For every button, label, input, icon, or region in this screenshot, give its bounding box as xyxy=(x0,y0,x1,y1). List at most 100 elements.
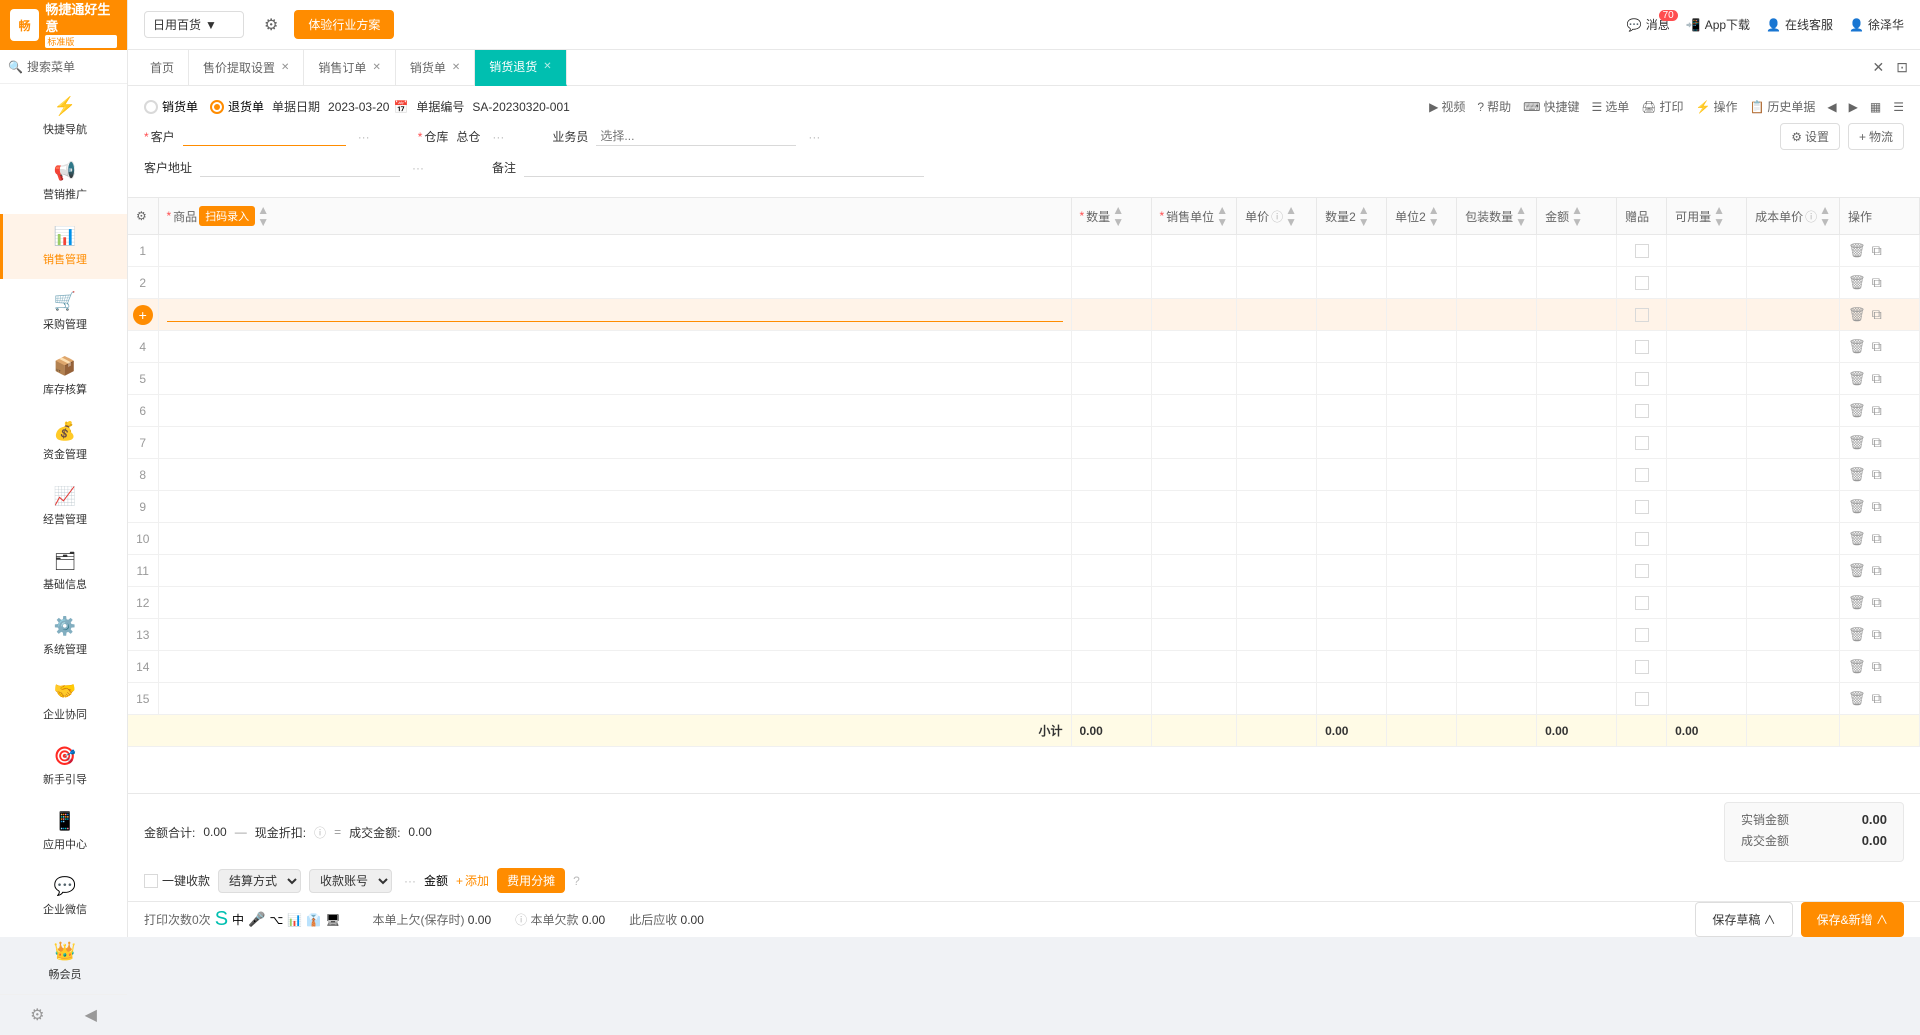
fee-split-btn[interactable]: 费用分摊 xyxy=(497,868,565,893)
price-cell[interactable] xyxy=(1237,555,1317,587)
price-cell[interactable] xyxy=(1237,683,1317,715)
gift-checkbox[interactable] xyxy=(1635,436,1649,450)
add-row-btn[interactable]: + xyxy=(133,305,153,325)
unit2-cell[interactable] xyxy=(1387,491,1457,523)
product-cell[interactable] xyxy=(158,267,1071,299)
pkg-cell[interactable] xyxy=(1457,619,1537,651)
sort-arrows[interactable]: ▲▼ xyxy=(1571,204,1583,228)
status-icon-7[interactable]: 🖥 xyxy=(325,913,340,927)
unit-cell[interactable] xyxy=(1151,331,1237,363)
qty-cell[interactable] xyxy=(1071,299,1151,331)
cost-cell[interactable] xyxy=(1747,459,1840,491)
gift-checkbox[interactable] xyxy=(1635,596,1649,610)
pkg-cell[interactable] xyxy=(1457,235,1537,267)
sort-arrows[interactable]: ▲▼ xyxy=(1713,204,1725,228)
pkg-cell[interactable] xyxy=(1457,331,1537,363)
gift-checkbox[interactable] xyxy=(1635,628,1649,642)
cost-cell[interactable] xyxy=(1747,619,1840,651)
gift-cell[interactable] xyxy=(1617,523,1667,555)
cost-cell[interactable] xyxy=(1747,235,1840,267)
qty-cell[interactable] xyxy=(1071,395,1151,427)
available-cell[interactable] xyxy=(1667,683,1747,715)
qty2-cell[interactable] xyxy=(1317,523,1387,555)
qty2-cell[interactable] xyxy=(1317,683,1387,715)
available-cell[interactable] xyxy=(1667,555,1747,587)
gift-cell[interactable] xyxy=(1617,619,1667,651)
unit2-cell[interactable] xyxy=(1387,395,1457,427)
gift-cell[interactable] xyxy=(1617,427,1667,459)
copy-row-icon[interactable]: ⧉ xyxy=(1872,498,1882,515)
salesperson-input[interactable] xyxy=(596,127,796,146)
amount-cell[interactable] xyxy=(1537,363,1617,395)
qty2-cell[interactable] xyxy=(1317,459,1387,491)
cost-cell[interactable] xyxy=(1747,555,1840,587)
price-cell[interactable] xyxy=(1237,587,1317,619)
copy-row-icon[interactable]: ⧉ xyxy=(1872,434,1882,451)
customer-dots[interactable]: ··· xyxy=(358,130,370,144)
save-new-btn[interactable]: 保存&新增 ∧ xyxy=(1801,902,1904,937)
radio-return[interactable]: 退货单 xyxy=(210,98,264,115)
cost-cell[interactable] xyxy=(1747,395,1840,427)
qty2-cell[interactable] xyxy=(1317,363,1387,395)
gift-checkbox[interactable] xyxy=(1635,660,1649,674)
sort-arrows[interactable]: ▲▼ xyxy=(1216,204,1228,228)
one-click-pay-check[interactable]: 一键收款 xyxy=(144,872,210,889)
qty-cell[interactable] xyxy=(1071,459,1151,491)
amount-cell[interactable] xyxy=(1537,395,1617,427)
gift-checkbox[interactable] xyxy=(1635,340,1649,354)
gift-checkbox[interactable] xyxy=(1635,372,1649,386)
unit2-cell[interactable] xyxy=(1387,523,1457,555)
status-icon-1[interactable]: S xyxy=(215,908,228,931)
price-cell[interactable] xyxy=(1237,395,1317,427)
sidebar-item-enterprise[interactable]: 🤝 企业协同 xyxy=(0,669,127,734)
qty-cell[interactable] xyxy=(1071,651,1151,683)
tab-sales-return[interactable]: 销货退货 ✕ xyxy=(475,50,566,86)
qty2-cell[interactable] xyxy=(1317,299,1387,331)
qty-cell[interactable] xyxy=(1071,267,1151,299)
date-picker[interactable]: 2023-03-20 📅 xyxy=(328,100,408,114)
delete-row-icon[interactable]: 🗑 xyxy=(1848,690,1866,707)
cost-cell[interactable] xyxy=(1747,523,1840,555)
pkg-cell[interactable] xyxy=(1457,267,1537,299)
cost-cell[interactable] xyxy=(1747,267,1840,299)
gift-checkbox[interactable] xyxy=(1635,308,1649,322)
copy-row-icon[interactable]: ⧉ xyxy=(1872,690,1882,707)
product-cell[interactable] xyxy=(158,395,1071,427)
delete-row-icon[interactable]: 🗑 xyxy=(1848,274,1866,291)
delete-row-icon[interactable]: 🗑 xyxy=(1848,626,1866,643)
sort-arrows[interactable]: ▲▼ xyxy=(257,204,269,228)
unit-cell[interactable] xyxy=(1151,299,1237,331)
qty-cell[interactable] xyxy=(1071,619,1151,651)
gift-cell[interactable] xyxy=(1617,587,1667,619)
status-icon-2[interactable]: 中 xyxy=(232,911,244,928)
cost-cell[interactable] xyxy=(1747,491,1840,523)
qty2-cell[interactable] xyxy=(1317,619,1387,651)
pkg-cell[interactable] xyxy=(1457,555,1537,587)
sidebar-item-newbie[interactable]: 🎯 新手引导 xyxy=(0,734,127,799)
amount-cell[interactable] xyxy=(1537,299,1617,331)
gift-cell[interactable] xyxy=(1617,299,1667,331)
unit2-cell[interactable] xyxy=(1387,363,1457,395)
gift-checkbox[interactable] xyxy=(1635,500,1649,514)
product-cell[interactable] xyxy=(158,523,1071,555)
unit2-cell[interactable] xyxy=(1387,459,1457,491)
delete-row-icon[interactable]: 🗑 xyxy=(1848,242,1866,259)
copy-row-icon[interactable]: ⧉ xyxy=(1872,274,1882,291)
unit-cell[interactable] xyxy=(1151,395,1237,427)
status-icon-3[interactable]: 🎤 xyxy=(248,911,265,928)
product-cell[interactable] xyxy=(158,299,1071,331)
amount-cell[interactable] xyxy=(1537,267,1617,299)
price-cell[interactable] xyxy=(1237,427,1317,459)
price-cell[interactable] xyxy=(1237,363,1317,395)
logistics-btn[interactable]: + 物流 xyxy=(1848,123,1904,150)
amount-cell[interactable] xyxy=(1537,619,1617,651)
daily-goods-select[interactable]: 日用百货 ▼ xyxy=(144,11,244,38)
gift-cell[interactable] xyxy=(1617,459,1667,491)
sidebar-collapse-btn[interactable]: ◀ xyxy=(85,1005,97,1025)
tab-close-icon[interactable]: ✕ xyxy=(372,62,380,73)
help-btn[interactable]: ? 帮助 xyxy=(1477,98,1511,115)
available-cell[interactable] xyxy=(1667,491,1747,523)
video-btn[interactable]: ▶ 视频 xyxy=(1429,98,1465,115)
price-cell[interactable] xyxy=(1237,523,1317,555)
discount-info-icon[interactable]: ⓘ xyxy=(314,824,326,841)
